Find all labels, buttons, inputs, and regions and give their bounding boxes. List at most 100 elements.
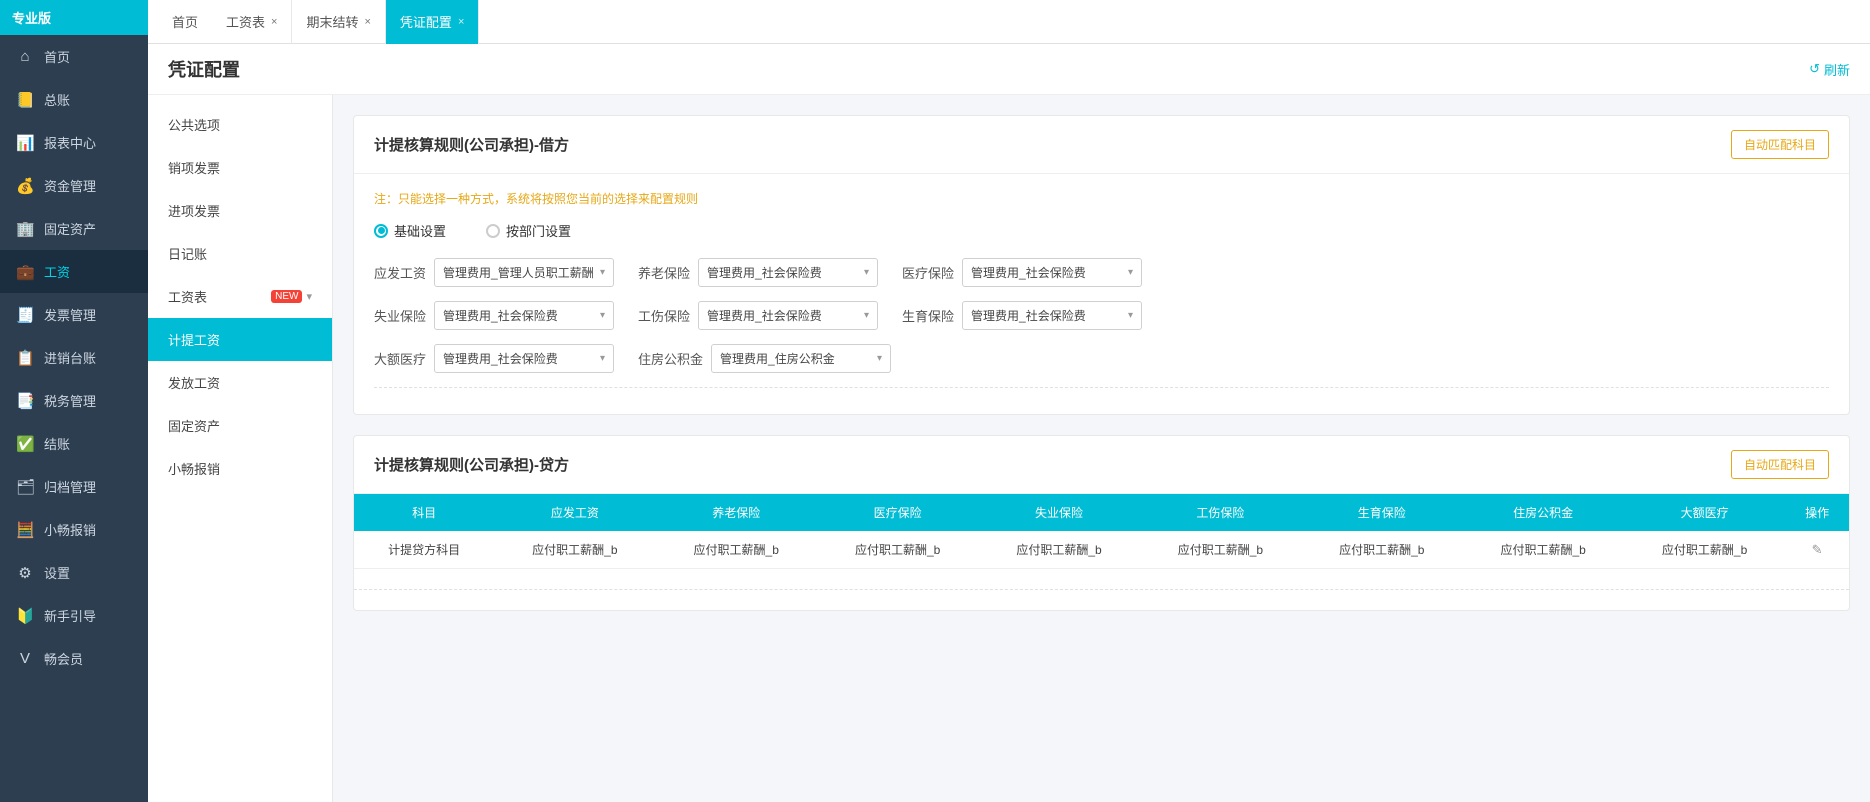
sidebar-item-xiaochang-report[interactable]: 🧮 小畅报销 [0, 508, 148, 551]
radio-basic[interactable]: 基础设置 [374, 221, 446, 240]
debit-section-body: 注：只能选择一种方式，系统将按照您当前的选择来配置规则 基础设置 按部门设置 [354, 174, 1849, 414]
select-sybx[interactable]: 管理费用_社会保险费 ▾ [434, 301, 614, 330]
select-ylbx-1[interactable]: 管理费用_社会保险费 ▾ [698, 258, 878, 287]
sidebar-item-vip[interactable]: V 畅会员 [0, 637, 148, 680]
sidebar-item-settings[interactable]: ⚙ 设置 [0, 551, 148, 594]
credit-auto-match-button[interactable]: 自动匹配科目 [1731, 450, 1829, 479]
debit-form-row-3: 大额医疗 管理费用_社会保险费 ▾ 住房公积金 管理费用_住房公积金 ▾ [374, 344, 1829, 373]
home-icon: ⌂ [16, 48, 34, 65]
col-sybx2: 生育保险 [1301, 494, 1462, 531]
select-sybx-text: 管理费用_社会保险费 [443, 307, 596, 324]
sidebar-item-tax[interactable]: 📑 税务管理 [0, 379, 148, 422]
debit-form-row-1: 应发工资 管理费用_管理人员职工薪酬 ▾ 养老保险 管理费用_社会保险费 ▾ [374, 258, 1829, 287]
sidebar-item-guide-label: 新手引导 [44, 606, 96, 625]
left-nav-item-xiaochang-report[interactable]: 小畅报销 [148, 447, 332, 490]
sidebar-item-home[interactable]: ⌂ 首页 [0, 35, 148, 78]
sidebar-item-invoice-mgr[interactable]: 🧾 发票管理 [0, 293, 148, 336]
col-sybx: 失业保险 [978, 494, 1139, 531]
left-nav-item-public[interactable]: 公共选项 [148, 103, 332, 146]
left-nav-item-fixed-assets[interactable]: 固定资产 [148, 404, 332, 447]
left-nav-item-accrual-wage[interactable]: 计提工资 [148, 318, 332, 361]
left-nav: 公共选项 销项发票 进项发票 日记账 工资表 NEW ▾ 计提工资 [148, 95, 333, 802]
reports-icon: 📊 [16, 134, 34, 152]
select-gjj[interactable]: 管理费用_住房公积金 ▾ [711, 344, 891, 373]
tab-home[interactable]: 首页 [158, 0, 212, 44]
sidebar-item-guide[interactable]: 🔰 新手引导 [0, 594, 148, 637]
cell-yfgz: 应付职工薪酬_b [494, 531, 655, 569]
credit-table-header: 科目 应发工资 养老保险 医疗保险 失业保险 工伤保险 生育保险 住房公积金 大… [354, 494, 1849, 531]
tab-home-label: 首页 [172, 12, 198, 31]
credit-section-title: 计提核算规则(公司承担)-贷方 [374, 454, 569, 475]
sidebar-item-purchase-sale[interactable]: 📋 进销台账 [0, 336, 148, 379]
ledger-icon: 📒 [16, 91, 34, 109]
left-nav-item-pay-wage[interactable]: 发放工资 [148, 361, 332, 404]
credit-table-wrapper: 科目 应发工资 养老保险 医疗保险 失业保险 工伤保险 生育保险 住房公积金 大… [354, 494, 1849, 569]
credit-section: 计提核算规则(公司承担)-贷方 自动匹配科目 科目 应发工资 养老保险 医疗保险… [353, 435, 1850, 611]
select-gsbx-text: 管理费用_社会保险费 [707, 307, 860, 324]
sidebar-item-archive[interactable]: 🗂 归档管理 [0, 465, 148, 508]
page-title: 凭证配置 [168, 56, 240, 82]
left-nav-item-payroll-sheet[interactable]: 工资表 NEW ▾ [148, 275, 332, 318]
tab-period-closing[interactable]: 期末结转 × [292, 0, 385, 44]
tab-period-closing-close[interactable]: × [364, 16, 370, 28]
debit-auto-match-button[interactable]: 自动匹配科目 [1731, 130, 1829, 159]
chevron-down-icon-5: ▾ [864, 310, 869, 321]
debit-section-header: 计提核算规则(公司承担)-借方 自动匹配科目 [354, 116, 1849, 174]
select-yfgz[interactable]: 管理费用_管理人员职工薪酬 ▾ [434, 258, 614, 287]
sidebar-item-closing[interactable]: ✅ 结账 [0, 422, 148, 465]
sidebar-item-home-label: 首页 [44, 47, 70, 66]
select-ylbx-2-text: 管理费用_社会保险费 [971, 264, 1124, 281]
radio-dept-circle [486, 224, 500, 238]
left-nav-journal-label: 日记账 [168, 244, 207, 263]
sidebar-item-closing-label: 结账 [44, 434, 70, 453]
sidebar-item-xiaochang-report-label: 小畅报销 [44, 520, 96, 539]
cell-action: ✎ [1785, 531, 1849, 569]
left-nav-item-input-invoice[interactable]: 进项发票 [148, 189, 332, 232]
col-subject: 科目 [354, 494, 494, 531]
left-nav-accrual-wage-label: 计提工资 [168, 330, 220, 349]
radio-dept[interactable]: 按部门设置 [486, 221, 571, 240]
label-ylbx-1: 养老保险 [638, 263, 690, 282]
sidebar-item-fixed-assets-label: 固定资产 [44, 219, 96, 238]
divider-2 [354, 589, 1849, 590]
sidebar-item-payroll[interactable]: 💼 工资 [0, 250, 148, 293]
credit-section-header: 计提核算规则(公司承担)-贷方 自动匹配科目 [354, 436, 1849, 494]
refresh-button[interactable]: ↺ 刷新 [1809, 60, 1850, 79]
select-ylbx-1-text: 管理费用_社会保险费 [707, 264, 860, 281]
select-yfgz-text: 管理费用_管理人员职工薪酬 [443, 264, 596, 281]
sidebar-item-ledger-label: 总账 [44, 90, 70, 109]
left-nav-item-journal[interactable]: 日记账 [148, 232, 332, 275]
select-gsbx[interactable]: 管理费用_社会保险费 ▾ [698, 301, 878, 330]
tab-payroll-sheet[interactable]: 工资表 × [212, 0, 292, 44]
cell-ylbx2: 应付职工薪酬_b [817, 531, 978, 569]
tab-voucher-config[interactable]: 凭证配置 × [386, 0, 479, 44]
radio-basic-label: 基础设置 [394, 221, 446, 240]
tab-voucher-config-close[interactable]: × [458, 16, 464, 28]
col-deyil: 大额医疗 [1624, 494, 1785, 531]
select-ylbx-2[interactable]: 管理费用_社会保险费 ▾ [962, 258, 1142, 287]
select-sybx2[interactable]: 管理费用_社会保险费 ▾ [962, 301, 1142, 330]
field-ylbx-1: 养老保险 管理费用_社会保险费 ▾ [638, 258, 878, 287]
sidebar-item-fixed-assets[interactable]: 🏢 固定资产 [0, 207, 148, 250]
tax-icon: 📑 [16, 392, 34, 410]
debit-notice: 注：只能选择一种方式，系统将按照您当前的选择来配置规则 [374, 190, 1829, 207]
sidebar-item-funds[interactable]: 💰 资金管理 [0, 164, 148, 207]
left-nav-item-sales-invoice[interactable]: 销项发票 [148, 146, 332, 189]
select-deyil[interactable]: 管理费用_社会保险费 ▾ [434, 344, 614, 373]
col-action: 操作 [1785, 494, 1849, 531]
sidebar-item-reports[interactable]: 📊 报表中心 [0, 121, 148, 164]
cell-deyil: 应付职工薪酬_b [1624, 531, 1785, 569]
field-gsbx: 工伤保险 管理费用_社会保险费 ▾ [638, 301, 878, 330]
cell-gsbx: 应付职工薪酬_b [1140, 531, 1301, 569]
sidebar-item-tax-label: 税务管理 [44, 391, 96, 410]
sidebar-item-ledger[interactable]: 📒 总账 [0, 78, 148, 121]
fixed-assets-icon: 🏢 [16, 220, 34, 238]
chevron-down-icon: ▾ [600, 267, 605, 278]
sidebar-item-settings-label: 设置 [44, 563, 70, 582]
payroll-icon: 💼 [16, 263, 34, 281]
tab-payroll-sheet-close[interactable]: × [271, 16, 277, 28]
field-sybx: 失业保险 管理费用_社会保险费 ▾ [374, 301, 614, 330]
edit-icon[interactable]: ✎ [1812, 542, 1823, 557]
tabs-bar: 首页 工资表 × 期末结转 × 凭证配置 × [148, 0, 1870, 44]
col-gsbx: 工伤保险 [1140, 494, 1301, 531]
